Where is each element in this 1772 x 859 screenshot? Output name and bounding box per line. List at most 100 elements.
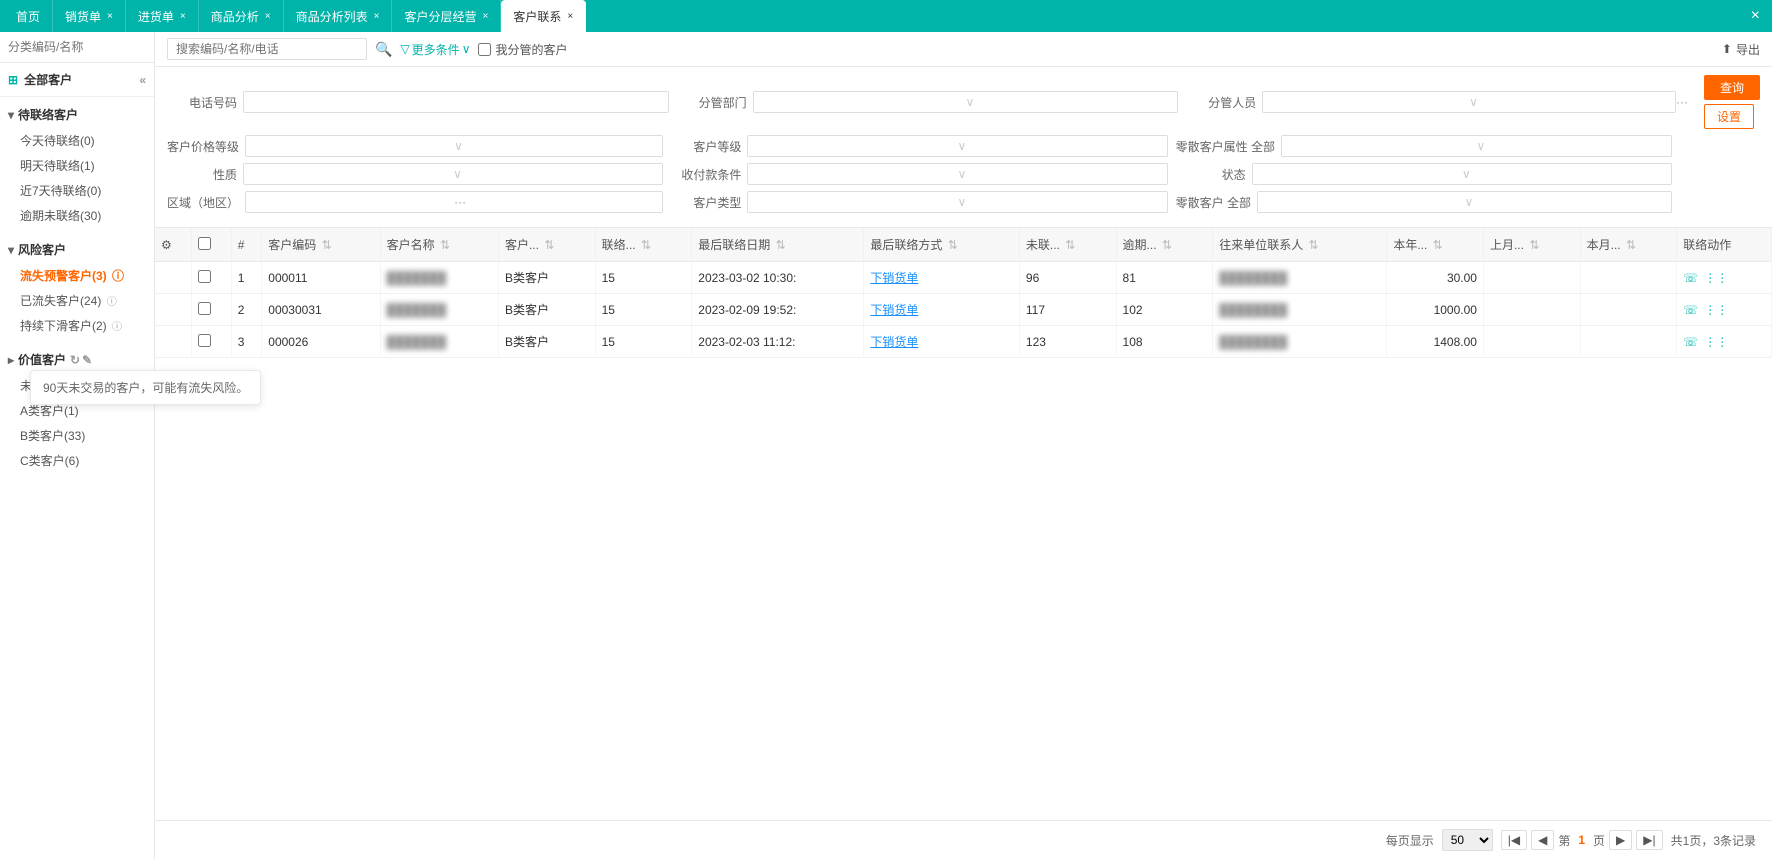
retail-customer-select[interactable]: ∨ <box>1257 191 1672 213</box>
row-unit-contact: ████████ <box>1213 294 1387 326</box>
query-button[interactable]: 查询 <box>1704 75 1760 100</box>
more-actions-icon[interactable]: ⋮⋮ <box>1704 335 1728 349</box>
customer-level-select[interactable]: ∨ <box>747 135 1167 157</box>
sidebar-item-today-contact[interactable]: 今天待联络(0) <box>0 128 154 153</box>
col-uncontacted[interactable]: 未联... ⇅ <box>1019 228 1116 262</box>
tab-product-analysis[interactable]: 商品分析 × <box>199 0 284 32</box>
pagination-nav: |◀ ◀ 第 1 页 ▶ ▶| <box>1501 830 1663 850</box>
field-region: 区域（地区） ··· <box>167 191 663 213</box>
per-page-select[interactable]: 50 100 <box>1442 829 1493 851</box>
tab-product-analysis-list[interactable]: 商品分析列表 × <box>284 0 393 32</box>
tab-customer-tier[interactable]: 客户分层经营 × <box>392 0 501 32</box>
tab-home[interactable]: 首页 <box>4 0 53 32</box>
retail-attr-select[interactable]: ∨ <box>1281 135 1672 157</box>
col-overdue[interactable]: 逾期... ⇅ <box>1116 228 1213 262</box>
region-select[interactable]: ··· <box>245 191 663 213</box>
more-actions-icon[interactable]: ⋮⋮ <box>1704 303 1728 317</box>
tab-purchase-order[interactable]: 进货单 × <box>126 0 199 32</box>
next-page-button[interactable]: ▶ <box>1609 830 1632 850</box>
my-customers-checkbox[interactable] <box>478 43 491 56</box>
row-settings <box>155 262 191 294</box>
col-checkbox <box>191 228 231 262</box>
col-unit-contact[interactable]: 往来单位联系人 ⇅ <box>1213 228 1387 262</box>
collapse-icon[interactable]: « <box>139 73 146 87</box>
col-last-date[interactable]: 最后联络日期 ⇅ <box>692 228 864 262</box>
row-last-date: 2023-03-02 10:30: <box>692 262 864 294</box>
col-contact[interactable]: 联络... ⇅ <box>595 228 692 262</box>
tab-sales-order[interactable]: 销货单 × <box>53 0 126 32</box>
filter-icon: ▽ <box>400 42 409 56</box>
payment-select[interactable]: ∨ <box>747 163 1167 185</box>
col-this-month[interactable]: 本月... ⇅ <box>1580 228 1677 262</box>
info-icon-declining: ⓘ <box>112 322 122 333</box>
sidebar-root[interactable]: ⊞ 全部客户 « <box>0 63 154 97</box>
more-conditions-button[interactable]: ▽ 更多条件 ∨ <box>400 41 470 58</box>
close-tab-customer-tier[interactable]: × <box>482 11 488 22</box>
contact-icon[interactable]: ☏ <box>1683 271 1698 285</box>
manager-select[interactable]: ∨ <box>1262 91 1676 113</box>
contact-icon[interactable]: ☏ <box>1683 303 1698 317</box>
sidebar-item-churn-warning[interactable]: 流失预警客户(3) ⓘ <box>0 263 154 288</box>
prev-page-button[interactable]: ◀ <box>1531 830 1554 850</box>
phone-input[interactable] <box>243 91 669 113</box>
sidebar-item-class-b[interactable]: B类客户(33) <box>0 423 154 448</box>
customer-level-label: 客户等级 <box>671 138 741 155</box>
last-page-button[interactable]: ▶| <box>1636 830 1662 850</box>
sidebar-item-tomorrow-contact[interactable]: 明天待联络(1) <box>0 153 154 178</box>
contact-icon[interactable]: ☏ <box>1683 335 1698 349</box>
sidebar-item-week-contact[interactable]: 近7天待联络(0) <box>0 178 154 203</box>
status-select[interactable]: ∨ <box>1252 163 1672 185</box>
sidebar-item-declining[interactable]: 持续下滑客户(2) ⓘ <box>0 313 154 338</box>
settings-button[interactable]: 设置 <box>1704 104 1754 129</box>
sidebar-group-risk-title[interactable]: ▾ 风险客户 <box>0 236 154 263</box>
refresh-icon-value[interactable]: ↻ <box>70 353 80 367</box>
close-tab-product-analysis-list[interactable]: × <box>374 11 380 22</box>
adv-filter-row-3: 性质 ∨ 收付款条件 ∨ 状态 <box>167 163 1760 185</box>
col-settings[interactable]: ⚙ <box>155 228 191 262</box>
close-tab-customer-contact[interactable]: × <box>567 11 573 22</box>
sidebar-group-pending-title[interactable]: ▾ 待联络客户 <box>0 101 154 128</box>
select-all-checkbox[interactable] <box>198 237 211 250</box>
my-customers-checkbox-label[interactable]: 我分管的客户 <box>478 41 567 58</box>
row-overdue: 102 <box>1116 294 1213 326</box>
more-actions-icon[interactable]: ⋮⋮ <box>1704 271 1728 285</box>
customer-type-select[interactable]: ∨ <box>747 191 1167 213</box>
export-button[interactable]: ⬆ 导出 <box>1722 41 1760 58</box>
row-select-checkbox[interactable] <box>198 302 211 315</box>
col-type[interactable]: 客户... ⇅ <box>498 228 595 262</box>
phone-label: 电话号码 <box>167 94 237 111</box>
col-action: 联络动作 <box>1677 228 1772 262</box>
sidebar-search-input[interactable] <box>8 40 155 54</box>
sidebar-item-churned[interactable]: 已流失客户(24) ⓘ <box>0 288 154 313</box>
close-all-tabs-button[interactable]: × <box>1743 7 1768 25</box>
row-select-checkbox[interactable] <box>198 270 211 283</box>
close-tab-product-analysis[interactable]: × <box>265 11 271 22</box>
tab-customer-contact[interactable]: 客户联系 × <box>501 0 586 32</box>
col-last-way[interactable]: 最后联络方式 ⇅ <box>864 228 1020 262</box>
customer-type-label: 客户类型 <box>671 194 741 211</box>
adv-filter-row-4: 区域（地区） ··· 客户类型 ∨ 零散客户 全部 <box>167 191 1760 213</box>
region-dots[interactable]: ··· <box>454 195 656 209</box>
close-tab-sales-order[interactable]: × <box>107 11 113 22</box>
col-this-year[interactable]: 本年... ⇅ <box>1387 228 1484 262</box>
manager-more-icon[interactable]: ··· <box>1676 95 1688 109</box>
close-tab-purchase-order[interactable]: × <box>180 11 186 22</box>
first-page-button[interactable]: |◀ <box>1501 830 1527 850</box>
adv-filter-row-1: 电话号码 分管部门 ∨ 分管人员 ∨ ··· <box>167 75 1760 129</box>
dept-select[interactable]: ∨ <box>753 91 1179 113</box>
sidebar-group-value-title[interactable]: ▸ 价值客户 ↻ ✎ <box>0 346 154 373</box>
col-last-month[interactable]: 上月... ⇅ <box>1483 228 1580 262</box>
filter-search-input[interactable] <box>167 38 367 60</box>
col-code[interactable]: 客户编码 ⇅ <box>262 228 380 262</box>
nature-select[interactable]: ∨ <box>243 163 663 185</box>
field-price-level: 客户价格等级 ∨ <box>167 135 663 157</box>
col-name[interactable]: 客户名称 ⇅ <box>380 228 498 262</box>
edit-icon-value[interactable]: ✎ <box>82 353 92 367</box>
sidebar-item-overdue-contact[interactable]: 逾期未联络(30) <box>0 203 154 228</box>
row-select-checkbox[interactable] <box>198 334 211 347</box>
price-level-select[interactable]: ∨ <box>245 135 663 157</box>
customer-table: ⚙ # 客户编码 ⇅ 客户名称 ⇅ 客户... ⇅ 联络... ⇅ 最后联络日期… <box>155 228 1772 358</box>
row-this-month <box>1580 262 1677 294</box>
filter-search-button[interactable]: 🔍 <box>375 41 392 58</box>
sidebar-item-class-c[interactable]: C类客户(6) <box>0 448 154 473</box>
